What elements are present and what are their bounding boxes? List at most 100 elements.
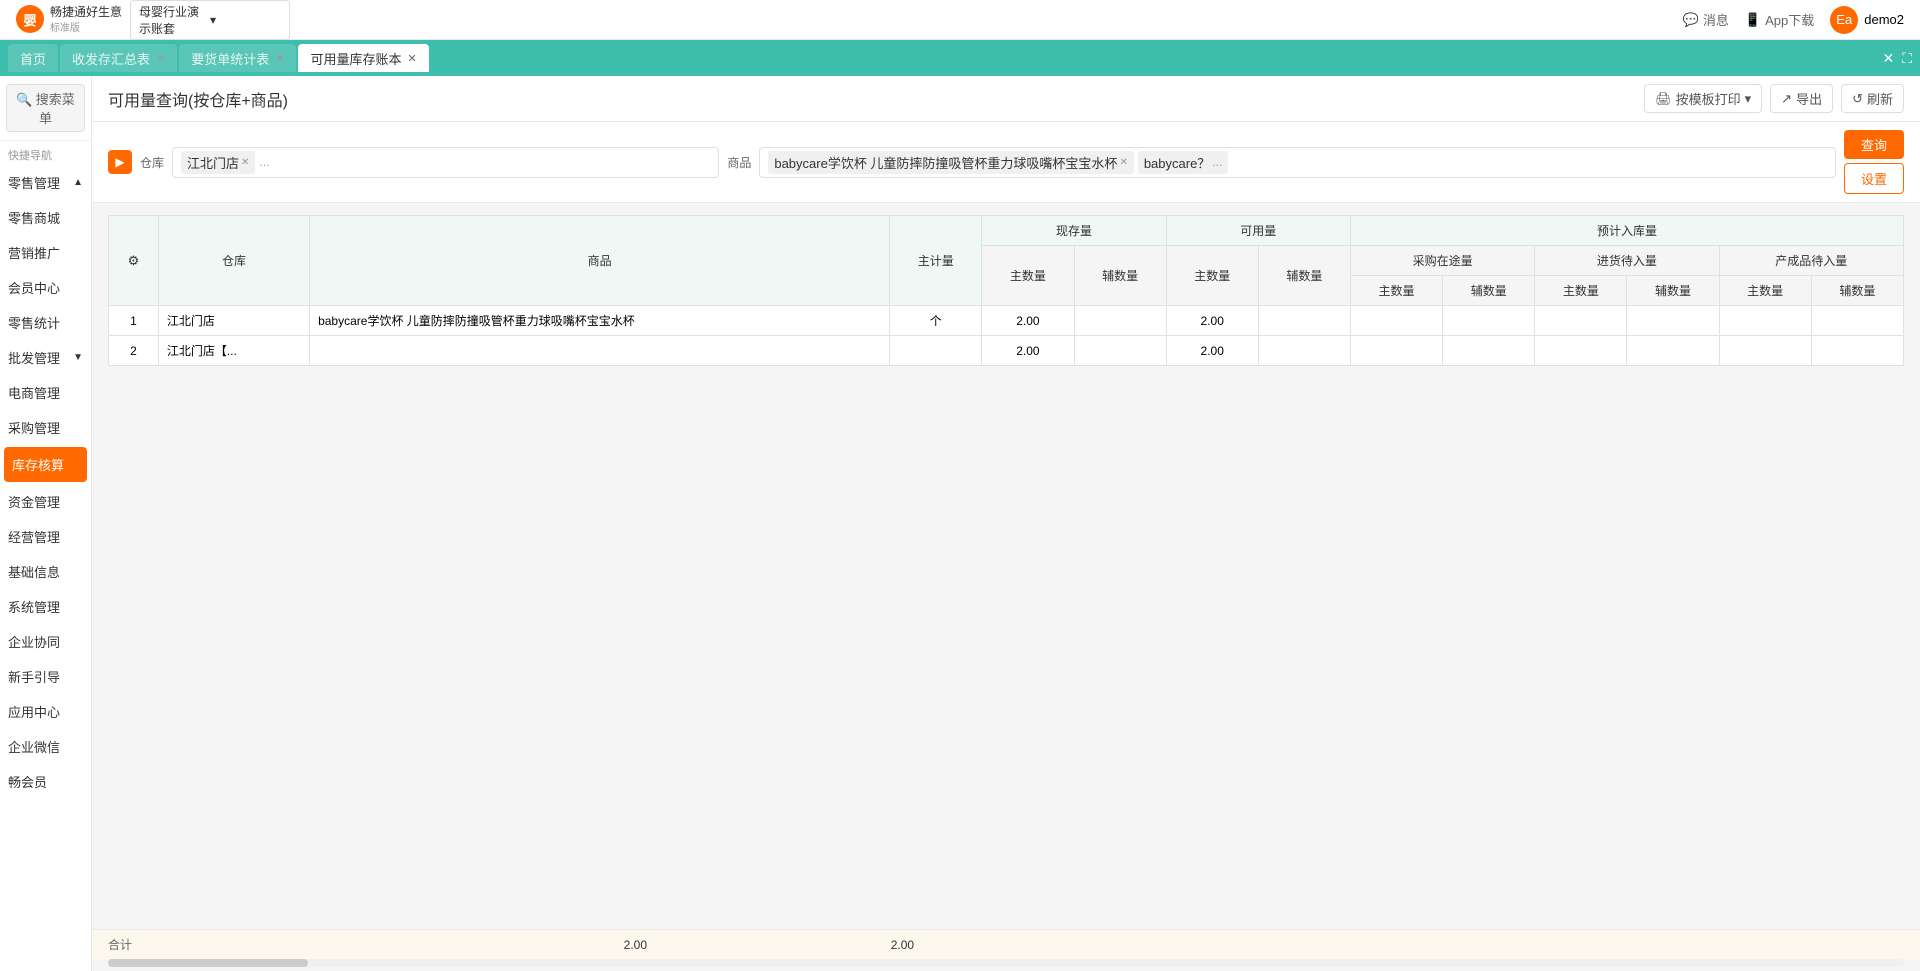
sidebar-item-finance[interactable]: 资金管理 (0, 484, 91, 519)
sidebar-item-app-center[interactable]: 应用中心 (0, 694, 91, 729)
username-label: demo2 (1864, 12, 1904, 27)
app-download-btn[interactable]: 📱 App下载 (1745, 10, 1814, 29)
settings-btn[interactable]: 设置 (1844, 163, 1904, 194)
main-unit-header: 主计量 (890, 216, 982, 306)
query-btn[interactable]: 查询 (1844, 130, 1904, 159)
sidebar-item-retail-mall[interactable]: 零售商城 (0, 200, 91, 235)
tab-home[interactable]: 首页 (8, 44, 58, 72)
sidebar-item-retail-stats[interactable]: 零售统计 (0, 305, 91, 340)
scrollbar-thumb[interactable] (108, 959, 308, 967)
available-sub-qty-header: 辅数量 (1258, 246, 1350, 306)
row-available-main: 2.00 (1166, 306, 1258, 336)
footer-current-main: 2.00 (569, 938, 703, 952)
footer-production-sub (1770, 938, 1904, 952)
refresh-btn[interactable]: ↺ 刷新 (1841, 84, 1904, 113)
page-header: 可用量查询(按仓库+商品) 🖨 按模板打印 ▾ ↗ 导出 ↺ 刷新 (92, 76, 1920, 122)
sidebar-item-guide[interactable]: 新手引导 (0, 659, 91, 694)
sidebar-item-ops[interactable]: 经营管理 (0, 519, 91, 554)
sidebar-item-enterprise-wechat[interactable]: 企业微信 (0, 729, 91, 764)
tab-order[interactable]: 要货单统计表 ✕ (179, 44, 296, 72)
purchase-in-transit-header: 采购在途量 (1350, 246, 1534, 276)
export-btn[interactable]: ↗ 导出 (1770, 84, 1833, 113)
sidebar-item-system[interactable]: 系统管理 (0, 589, 91, 624)
settings-header[interactable]: ⚙ (109, 216, 159, 306)
row-inbound-sub (1627, 336, 1719, 366)
top-bar: 婴 畅捷通好生意 标准版 母婴行业演示账套 ▾ 💬 消息 📱 App下载 Ea … (0, 0, 1920, 40)
purchase-sub-header: 辅数量 (1443, 276, 1535, 306)
table-header-row-1: ⚙ 仓库 商品 主计量 现存量 可用量 预计入库量 (109, 216, 1904, 246)
sidebar-item-marketing[interactable]: 营销推广 (0, 235, 91, 270)
row-purchase-sub (1443, 336, 1535, 366)
footer-spacer-2 (302, 938, 436, 952)
product-more: ... (1212, 155, 1222, 169)
footer-purchase-main (1103, 938, 1237, 952)
sidebar-item-enterprise[interactable]: 企业协同 (0, 624, 91, 659)
sidebar-item-wholesale-mgmt[interactable]: 批发管理 ▼ (0, 340, 91, 375)
sidebar-item-retail-mgmt[interactable]: 零售管理 ▲ (0, 165, 91, 200)
footer-cells: 2.00 2.00 (168, 938, 1904, 952)
warehouse-filter[interactable]: 江北门店 ✕ ... (172, 147, 719, 178)
footer-spacer-3 (435, 938, 569, 952)
tab-expand[interactable]: ⛶ (1902, 50, 1912, 67)
chevron-down-icon: ▾ (210, 13, 281, 27)
table-footer: 合计 2.00 2.00 (92, 929, 1920, 959)
row-unit: 个 (890, 306, 982, 336)
search-menu-btn[interactable]: 🔍 搜索菜单 (6, 84, 85, 132)
row-inbound-main (1535, 336, 1627, 366)
page-title: 可用量查询(按仓库+商品) (108, 87, 288, 111)
product-header: 商品 (310, 216, 890, 306)
production-pending-header: 产成品待入量 (1719, 246, 1903, 276)
sidebar-item-member[interactable]: 畅会员 (0, 764, 91, 799)
row-current-main: 2.00 (982, 306, 1074, 336)
row-production-main (1719, 336, 1811, 366)
tab-receipt-close[interactable]: ✕ (156, 52, 165, 65)
tab-close-all[interactable]: ✕ (1882, 50, 1894, 67)
table-row: 2 江北门店【... 2.00 2.00 (109, 336, 1904, 366)
table-row: 1 江北门店 babycare学饮杯 儿童防摔防撞吸管杯重力球吸嘴杯宝宝水杯 个… (109, 306, 1904, 336)
sidebar-item-inventory-check[interactable]: 库存核算 (4, 447, 87, 482)
product-tag-1: babycare学饮杯 儿童防摔防撞吸管杯重力球吸嘴杯宝宝水杯 ✕ (768, 151, 1133, 174)
horizontal-scrollbar[interactable] (108, 959, 1904, 967)
message-icon: 💬 (1683, 12, 1699, 28)
filter-bar: ▶ 仓库 江北门店 ✕ ... 商品 babycare学饮杯 儿童防摔防撞吸管杯… (92, 122, 1920, 203)
content-area: 可用量查询(按仓库+商品) 🖨 按模板打印 ▾ ↗ 导出 ↺ 刷新 ▶ (92, 76, 1920, 971)
inbound-main-header: 主数量 (1535, 276, 1627, 306)
refresh-icon: ↺ (1852, 91, 1863, 107)
warehouse-tag: 江北门店 ✕ (181, 151, 255, 174)
sidebar-item-member-center[interactable]: 会员中心 (0, 270, 91, 305)
tab-receipt[interactable]: 收发存汇总表 ✕ (60, 44, 177, 72)
sidebar-item-basic-info[interactable]: 基础信息 (0, 554, 91, 589)
current-main-qty-header: 主数量 (982, 246, 1074, 306)
tab-inventory[interactable]: 可用量库存账本 ✕ (298, 44, 428, 72)
expected-inbound-header: 预计入库量 (1350, 216, 1903, 246)
chevron-down-icon: ▼ (73, 352, 83, 363)
tab-inventory-close[interactable]: ✕ (408, 52, 417, 65)
message-btn[interactable]: 💬 消息 (1683, 10, 1729, 29)
available-main-qty-header: 主数量 (1166, 246, 1258, 306)
print-template-btn[interactable]: 🖨 按模板打印 ▾ (1644, 84, 1762, 113)
row-available-sub (1258, 336, 1350, 366)
table-area: ⚙ 仓库 商品 主计量 现存量 可用量 预计入库量 主数量 辅数量 主数量 辅数… (92, 203, 1920, 929)
user-menu[interactable]: Ea demo2 (1830, 6, 1904, 34)
sidebar-item-ecommerce[interactable]: 电商管理 (0, 375, 91, 410)
production-main-header: 主数量 (1719, 276, 1811, 306)
sidebar-item-purchase[interactable]: 采购管理 (0, 410, 91, 445)
row-production-sub (1811, 306, 1903, 336)
filter-expand-btn[interactable]: ▶ (108, 150, 132, 174)
row-current-sub (1074, 306, 1166, 336)
logo-sub: 标准版 (50, 19, 122, 34)
product-tag-1-close[interactable]: ✕ (1119, 157, 1127, 168)
warehouse-tag-close[interactable]: ✕ (241, 157, 249, 168)
sidebar-search: 🔍 搜索菜单 (0, 76, 91, 141)
row-warehouse: 江北门店【... (158, 336, 309, 366)
row-current-sub (1074, 336, 1166, 366)
warehouse-header: 仓库 (158, 216, 309, 306)
footer-available-sub (969, 938, 1103, 952)
product-filter[interactable]: babycare学饮杯 儿童防摔防撞吸管杯重力球吸嘴杯宝宝水杯 ✕ babyca… (759, 147, 1836, 178)
account-selector[interactable]: 母婴行业演示账套 ▾ (130, 0, 290, 40)
row-unit (890, 336, 982, 366)
tab-order-close[interactable]: ✕ (275, 52, 284, 65)
row-production-main (1719, 306, 1811, 336)
chevron-up-icon: ▲ (73, 177, 83, 188)
footer-label: 合计 (108, 936, 168, 953)
